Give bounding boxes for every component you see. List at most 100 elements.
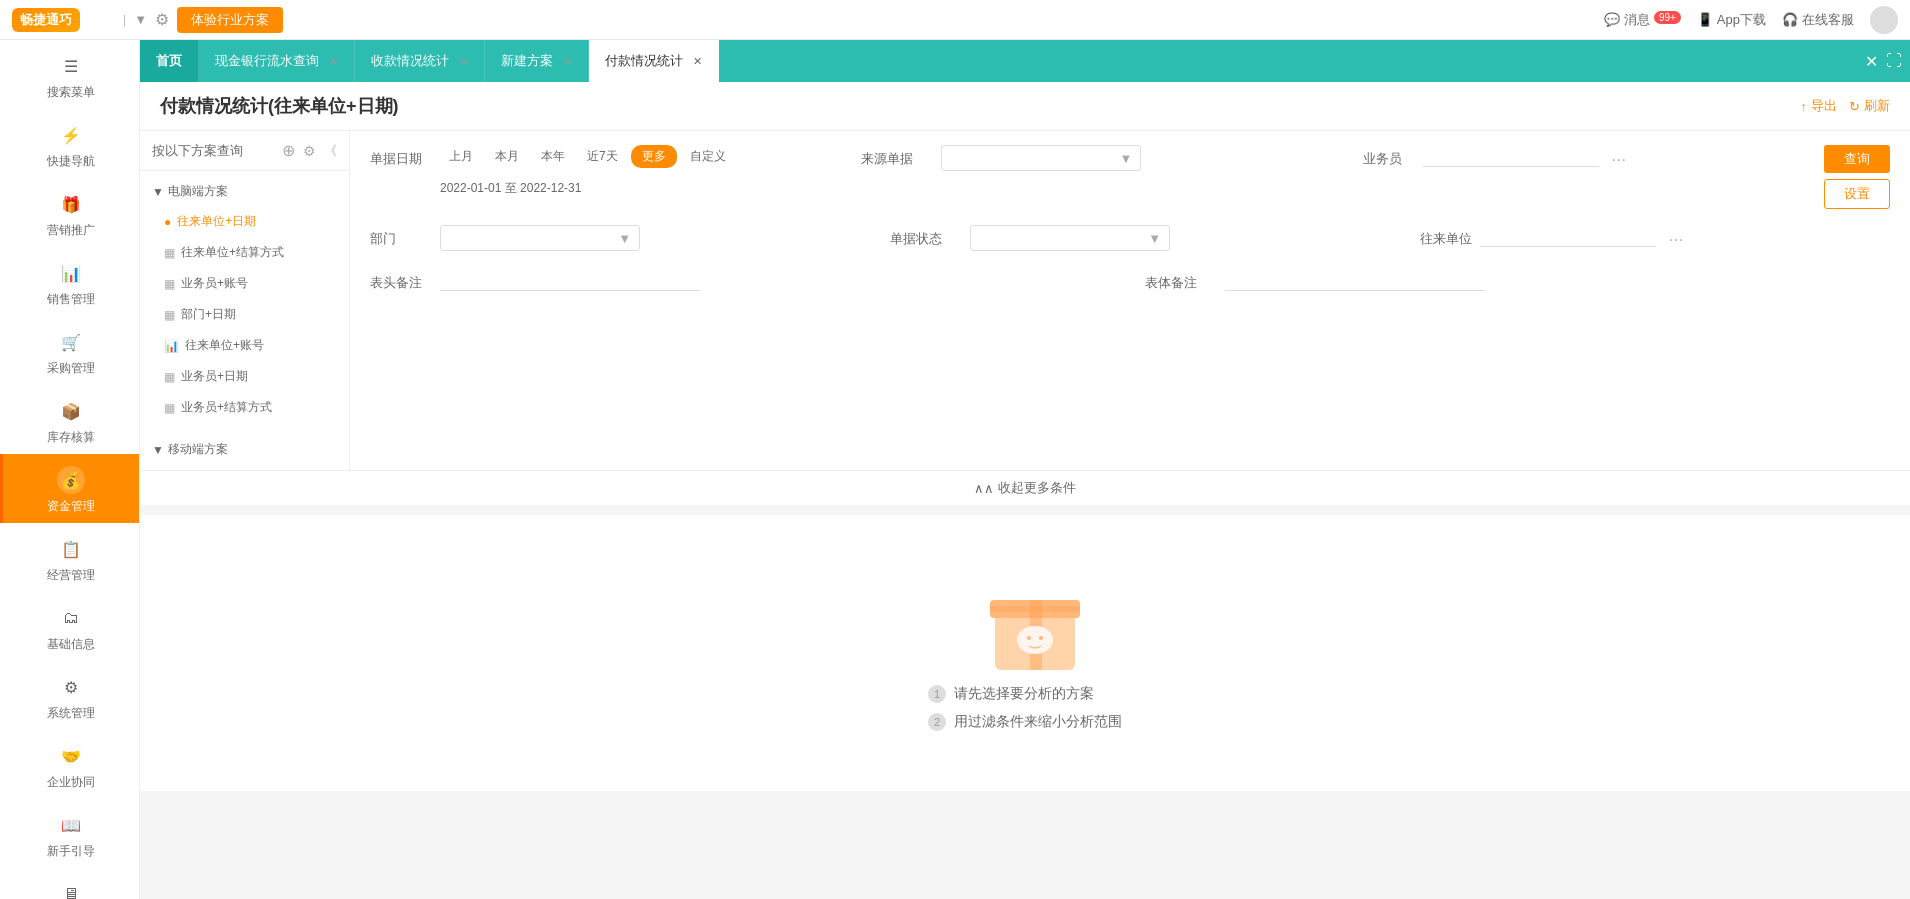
filter-panel: 按以下方案查询 ⊕ ⚙ 《 ▼ 电脑端方案 ● 往来单位+日期 ▦ 往来单位+结… [140,131,1910,470]
collapse-more-button[interactable]: ∧∧ 收起更多条件 [140,470,1910,505]
hint-text-2: 用过滤条件来缩小分析范围 [954,713,1122,731]
sidebar-item-cooperation[interactable]: 🤝 企业协同 [0,730,139,799]
top-bar-right: 💬 消息 99+ 📱 App下载 🎧 在线客服 [1604,6,1898,34]
related-unit-content: … [1480,225,1890,247]
scheme-item-icon-0-4: 📊 [164,339,179,353]
nav-tab-4[interactable]: 付款情况统计✕ [589,40,719,82]
tab-close-1[interactable]: ✕ [329,55,338,68]
download-icon: 📱 [1697,12,1713,27]
related-unit-input[interactable] [1480,225,1656,247]
sidebar-label-quick-nav: 快捷导航 [47,153,95,170]
date-btn-more[interactable]: 更多 [631,145,677,168]
section-arrow-1: ▼ [152,443,164,457]
sidebar-item-sales[interactable]: 📊 销售管理 [0,247,139,316]
online-service-item[interactable]: 🎧 在线客服 [1782,11,1854,29]
sidebar-item-search[interactable]: ☰ 搜索菜单 [0,40,139,109]
scheme-section-title-0[interactable]: ▼ 电脑端方案 [140,177,349,206]
section-divider [140,505,1910,513]
department-select[interactable]: ▼ [440,225,640,251]
svg-point-4 [1017,626,1053,654]
messages-item[interactable]: 💬 消息 99+ [1604,11,1681,29]
scheme-item-0-2[interactable]: ▦ 业务员+账号 [140,268,349,299]
date-btn-this-year[interactable]: 本年 [532,145,574,168]
salesperson-input[interactable] [1423,145,1599,167]
operations-icon: 📋 [57,535,85,563]
marketing-icon: 🎁 [57,190,85,218]
empty-hint-1: 1 请先选择要分析的方案 [928,685,1122,703]
sidebar-item-hardware[interactable]: 🖥 智能硬件 [0,868,139,899]
scheme-item-icon-0-2: ▦ [164,277,175,291]
scheme-item-label-0-3: 部门+日期 [181,306,236,323]
sidebar-label-operations: 经营管理 [47,567,95,584]
sidebar-item-inventory[interactable]: 📦 库存核算 [0,385,139,454]
sidebar-item-guide[interactable]: 📖 新手引导 [0,799,139,868]
source-bill-select[interactable]: ▼ [941,145,1141,171]
tab-close-2[interactable]: ✕ [459,55,468,68]
scheme-settings-icon[interactable]: ⚙ [303,143,316,159]
related-unit-dots[interactable]: … [1668,227,1684,245]
scheme-item-0-6[interactable]: ▦ 业务员+结算方式 [140,392,349,423]
scheme-header-icons: ⊕ ⚙ 《 [282,141,337,160]
table-body-note-input[interactable] [1225,269,1485,291]
date-btn-this-month[interactable]: 本月 [486,145,528,168]
bill-status-content: ▼ [970,225,1380,251]
source-bill-arrow: ▼ [1119,151,1132,166]
main-content: 首页现金银行流水查询✕收款情况统计✕新建方案✕付款情况统计✕ ✕ ⛶ 付款情况统… [140,40,1910,899]
scheme-item-label-0-1: 往来单位+结算方式 [181,244,284,261]
sidebar-label-inventory: 库存核算 [47,429,95,446]
tab-close-3[interactable]: ✕ [563,55,572,68]
bill-status-label: 单据状态 [890,225,970,253]
salesperson-dots[interactable]: … [1611,147,1627,165]
settings-button[interactable]: 设置 [1824,179,1890,209]
date-btn-custom[interactable]: 自定义 [681,145,735,168]
nav-tab-3[interactable]: 新建方案✕ [485,40,589,82]
sidebar-item-basic[interactable]: 🗂 基础信息 [0,592,139,661]
scheme-item-0-3[interactable]: ▦ 部门+日期 [140,299,349,330]
basic-icon: 🗂 [57,604,85,632]
scheme-header: 按以下方案查询 ⊕ ⚙ 《 [140,131,349,171]
app-download-item[interactable]: 📱 App下载 [1697,11,1766,29]
sidebar-item-operations[interactable]: 📋 经营管理 [0,523,139,592]
page-header: 付款情况统计(往来单位+日期) ↑ 导出 ↻ 刷新 [140,82,1910,131]
scheme-item-0-1[interactable]: ▦ 往来单位+结算方式 [140,237,349,268]
refresh-button[interactable]: ↻ 刷新 [1849,97,1890,115]
scheme-item-0-5[interactable]: ▦ 业务员+日期 [140,361,349,392]
dropdown-arrow[interactable]: ▼ [134,12,147,27]
add-scheme-icon[interactable]: ⊕ [282,141,295,160]
table-body-note-content [1225,269,1890,291]
date-quick-btns: 上月 本月 本年 近7天 更多 自定义 [440,145,735,168]
scheme-collapse-icon[interactable]: 《 [324,142,337,160]
tab-close-4[interactable]: ✕ [693,55,702,68]
nav-tab-0[interactable]: 首页 [140,40,199,82]
hint-text-1: 请先选择要分析的方案 [954,685,1094,703]
table-header-note-input[interactable] [440,269,700,291]
app-download-label: App下载 [1717,11,1766,29]
nav-tab-2[interactable]: 收款情况统计✕ [355,40,485,82]
sidebar-item-capital[interactable]: 💰 资金管理 [0,454,139,523]
date-btn-last-month[interactable]: 上月 [440,145,482,168]
trial-button[interactable]: 体验行业方案 [177,7,283,33]
empty-illustration [975,575,1075,665]
nav-tabs-bar: 首页现金银行流水查询✕收款情况统计✕新建方案✕付款情况统计✕ ✕ ⛶ [140,40,1910,82]
sidebar-item-quick-nav[interactable]: ⚡ 快捷导航 [0,109,139,178]
system-icon: ⚙ [57,673,85,701]
close-window-icon[interactable]: ✕ [1865,52,1878,71]
top-bar: 畅捷通巧 标准版 | ▼ ⚙ 体验行业方案 💬 消息 99+ 📱 App下载 🎧… [0,0,1910,40]
date-btn-7days[interactable]: 近7天 [578,145,627,168]
sidebar-item-system[interactable]: ⚙ 系统管理 [0,661,139,730]
search-icon: ☰ [57,52,85,80]
logo-text: 畅捷通巧 [20,11,72,29]
user-avatar[interactable] [1870,6,1898,34]
settings-icon[interactable]: ⚙ [155,10,169,29]
scheme-item-0-0[interactable]: ● 往来单位+日期 [140,206,349,237]
sidebar-item-marketing[interactable]: 🎁 营销推广 [0,178,139,247]
sidebar-item-purchase[interactable]: 🛒 采购管理 [0,316,139,385]
nav-tab-1[interactable]: 现金银行流水查询✕ [199,40,355,82]
scheme-item-0-4[interactable]: 📊 往来单位+账号 [140,330,349,361]
query-button[interactable]: 查询 [1824,145,1890,173]
scheme-section-title-1[interactable]: ▼ 移动端方案 [140,435,349,464]
export-icon: ↑ [1801,99,1808,114]
export-button[interactable]: ↑ 导出 [1801,97,1838,115]
maximize-icon[interactable]: ⛶ [1886,52,1902,70]
bill-status-select[interactable]: ▼ [970,225,1170,251]
